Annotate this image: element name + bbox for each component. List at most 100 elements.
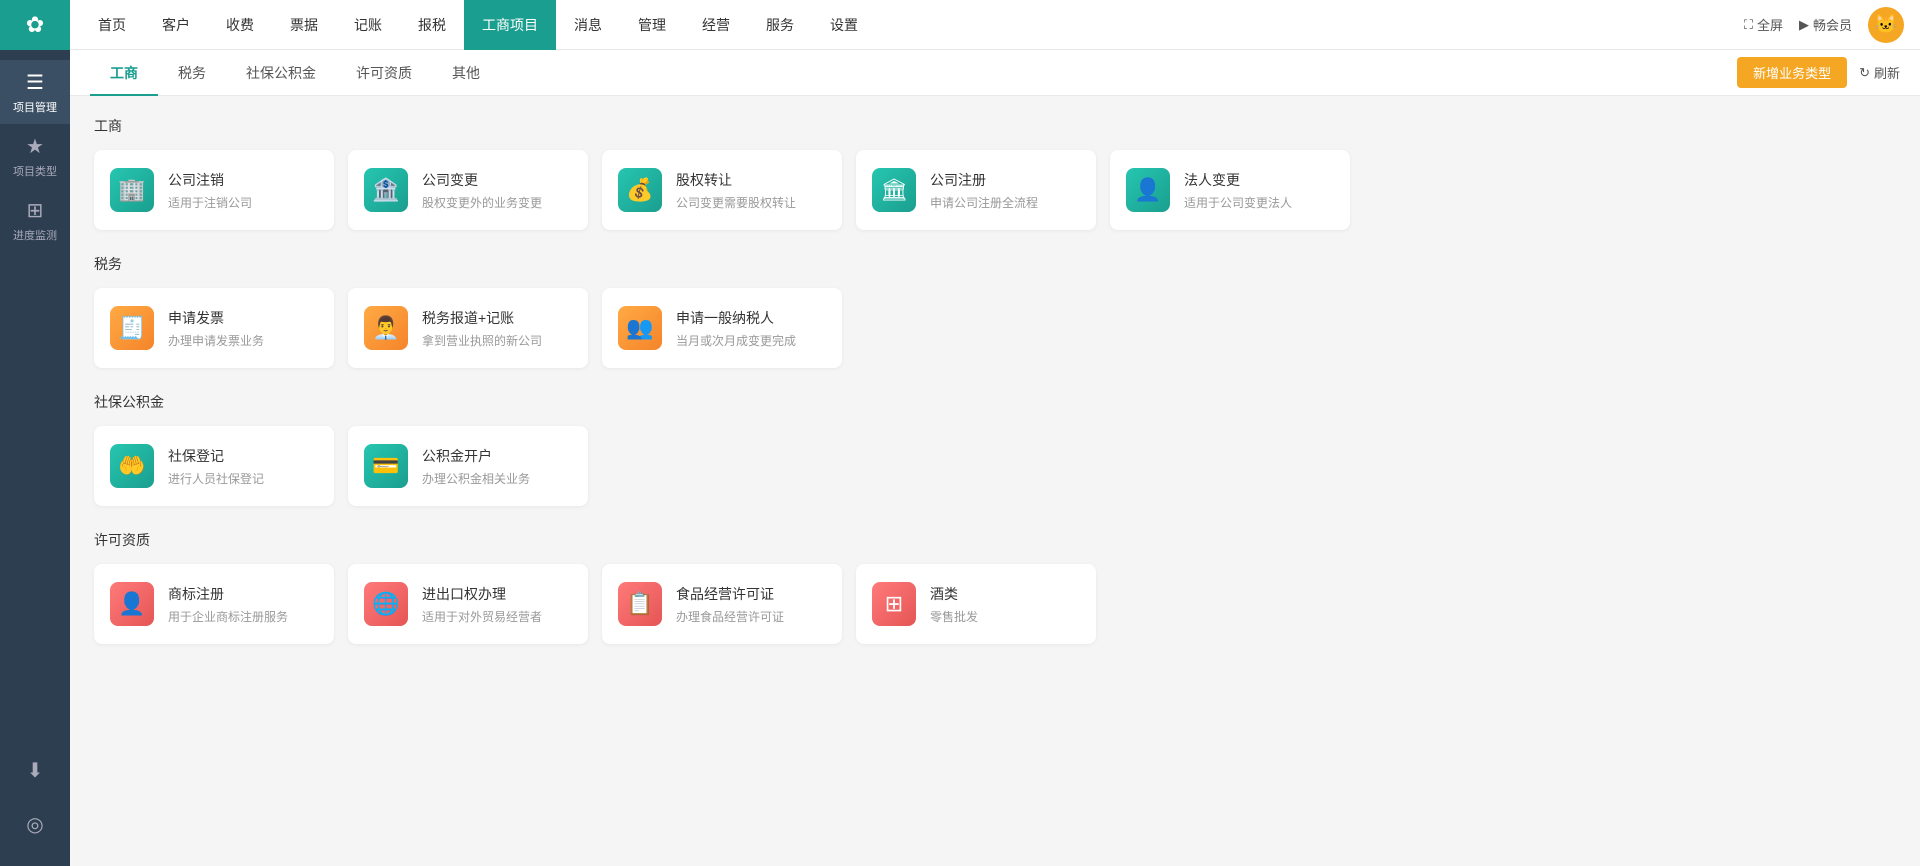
- card-import-export[interactable]: 🌐 进出口权办理 适用于对外贸易经营者: [348, 564, 588, 644]
- location-icon: ◎: [26, 812, 43, 837]
- card-desc-invoice-application: 办理申请发票业务: [168, 332, 318, 349]
- card-name-social-insurance-registration: 社保登记: [168, 446, 318, 466]
- card-alcohol[interactable]: ⊞ 酒类 零售批发: [856, 564, 1096, 644]
- card-name-trademark-registration: 商标注册: [168, 584, 318, 604]
- page-content: 工商 🏢 公司注销 适用于注销公司 🏦 公司变更 股权变更外的业务变更: [70, 96, 1920, 866]
- refresh-button[interactable]: ↻ 刷新: [1859, 63, 1900, 82]
- nav-item-accounting[interactable]: 记账: [336, 0, 400, 50]
- card-text-alcohol: 酒类 零售批发: [930, 584, 1080, 625]
- card-company-registration[interactable]: 🏛 公司注册 申请公司注册全流程: [856, 150, 1096, 230]
- card-food-license[interactable]: 📋 食品经营许可证 办理食品经营许可证: [602, 564, 842, 644]
- card-icon-tax-reporting: 👨‍💼: [364, 306, 408, 350]
- card-desc-company-registration: 申请公司注册全流程: [930, 194, 1080, 211]
- vip-button[interactable]: ▶ 畅会员: [1799, 15, 1852, 34]
- section-title-business: 工商: [94, 116, 1896, 136]
- tab-others[interactable]: 其他: [432, 50, 500, 96]
- card-desc-trademark-registration: 用于企业商标注册服务: [168, 608, 318, 625]
- nav-item-settings[interactable]: 设置: [812, 0, 876, 50]
- download-icon: ⬇: [27, 758, 44, 783]
- nav-item-operations[interactable]: 经营: [684, 0, 748, 50]
- card-company-cancellation[interactable]: 🏢 公司注销 适用于注销公司: [94, 150, 334, 230]
- card-icon-invoice-application: 🧾: [110, 306, 154, 350]
- card-trademark-registration[interactable]: 👤 商标注册 用于企业商标注册服务: [94, 564, 334, 644]
- tab-actions: 新增业务类型 ↻ 刷新: [1737, 57, 1900, 88]
- card-name-provident-fund: 公积金开户: [422, 446, 572, 466]
- card-name-import-export: 进出口权办理: [422, 584, 572, 604]
- card-text-general-taxpayer: 申请一般纳税人 当月或次月成变更完成: [676, 308, 826, 349]
- card-desc-equity-transfer: 公司变更需要股权转让: [676, 194, 826, 211]
- main-layout: ☰ 项目管理 ★ 项目类型 ⊞ 进度监测 ⬇ ◎ 工商 税务 社保公积金 许可资…: [0, 50, 1920, 866]
- nav-item-business[interactable]: 工商项目: [464, 0, 556, 50]
- card-icon-general-taxpayer: 👥: [618, 306, 662, 350]
- card-desc-company-change: 股权变更外的业务变更: [422, 194, 572, 211]
- refresh-label: 刷新: [1874, 63, 1900, 82]
- card-icon-import-export: 🌐: [364, 582, 408, 626]
- card-invoice-application[interactable]: 🧾 申请发票 办理申请发票业务: [94, 288, 334, 368]
- card-legal-person-change[interactable]: 👤 法人变更 适用于公司变更法人: [1110, 150, 1350, 230]
- sidebar: ☰ 项目管理 ★ 项目类型 ⊞ 进度监测 ⬇ ◎: [0, 50, 70, 866]
- card-text-import-export: 进出口权办理 适用于对外贸易经营者: [422, 584, 572, 625]
- card-name-equity-transfer: 股权转让: [676, 170, 826, 190]
- sidebar-location-button[interactable]: ◎: [0, 802, 70, 846]
- nav-item-home[interactable]: 首页: [80, 0, 144, 50]
- sidebar-item-progress-monitor[interactable]: ⊞ 进度监测: [0, 188, 70, 252]
- card-icon-provident-fund: 💳: [364, 444, 408, 488]
- card-name-food-license: 食品经营许可证: [676, 584, 826, 604]
- sidebar-item-project-management[interactable]: ☰ 项目管理: [0, 60, 70, 124]
- nav-menu: 首页 客户 收费 票据 记账 报税 工商项目 消息 管理 经营 服务 设置: [80, 0, 1744, 50]
- card-icon-trademark-registration: 👤: [110, 582, 154, 626]
- card-icon-legal-person-change: 👤: [1126, 168, 1170, 212]
- top-navigation: ✿ 首页 客户 收费 票据 记账 报税 工商项目 消息 管理 经营 服务 设置 …: [0, 0, 1920, 50]
- card-name-tax-reporting: 税务报道+记账: [422, 308, 572, 328]
- tab-bar: 工商 税务 社保公积金 许可资质 其他 新增业务类型 ↻ 刷新: [70, 50, 1920, 96]
- card-text-invoice-application: 申请发票 办理申请发票业务: [168, 308, 318, 349]
- card-text-company-change: 公司变更 股权变更外的业务变更: [422, 170, 572, 211]
- card-desc-tax-reporting: 拿到营业执照的新公司: [422, 332, 572, 349]
- tab-business-registration[interactable]: 工商: [90, 50, 158, 96]
- card-name-general-taxpayer: 申请一般纳税人: [676, 308, 826, 328]
- card-icon-company-cancellation: 🏢: [110, 168, 154, 212]
- add-type-button[interactable]: 新增业务类型: [1737, 57, 1847, 88]
- logo: ✿: [0, 0, 70, 50]
- cards-grid-business: 🏢 公司注销 适用于注销公司 🏦 公司变更 股权变更外的业务变更 💰: [94, 150, 1896, 230]
- card-name-alcohol: 酒类: [930, 584, 1080, 604]
- nav-item-management[interactable]: 管理: [620, 0, 684, 50]
- sidebar-download-button[interactable]: ⬇: [0, 748, 70, 792]
- sidebar-bottom-actions: ⬇ ◎: [0, 748, 70, 866]
- card-company-change[interactable]: 🏦 公司变更 股权变更外的业务变更: [348, 150, 588, 230]
- card-name-company-change: 公司变更: [422, 170, 572, 190]
- nav-item-customer[interactable]: 客户: [144, 0, 208, 50]
- card-provident-fund[interactable]: 💳 公积金开户 办理公积金相关业务: [348, 426, 588, 506]
- card-name-company-cancellation: 公司注销: [168, 170, 318, 190]
- nav-item-bills[interactable]: 票据: [272, 0, 336, 50]
- nav-item-services[interactable]: 服务: [748, 0, 812, 50]
- nav-item-fees[interactable]: 收费: [208, 0, 272, 50]
- card-text-company-registration: 公司注册 申请公司注册全流程: [930, 170, 1080, 211]
- list-icon: ☰: [26, 70, 44, 95]
- mascot-avatar[interactable]: 🐱: [1868, 7, 1904, 43]
- nav-item-messages[interactable]: 消息: [556, 0, 620, 50]
- card-desc-company-cancellation: 适用于注销公司: [168, 194, 318, 211]
- star-icon: ★: [26, 134, 44, 159]
- section-title-license: 许可资质: [94, 530, 1896, 550]
- card-tax-reporting[interactable]: 👨‍💼 税务报道+记账 拿到营业执照的新公司: [348, 288, 588, 368]
- card-desc-legal-person-change: 适用于公司变更法人: [1184, 194, 1334, 211]
- section-title-tax: 税务: [94, 254, 1896, 274]
- tab-license-qualification[interactable]: 许可资质: [336, 50, 432, 96]
- tab-tax[interactable]: 税务: [158, 50, 226, 96]
- card-social-insurance-registration[interactable]: 🤲 社保登记 进行人员社保登记: [94, 426, 334, 506]
- card-general-taxpayer[interactable]: 👥 申请一般纳税人 当月或次月成变更完成: [602, 288, 842, 368]
- sidebar-item-project-types[interactable]: ★ 项目类型: [0, 124, 70, 188]
- sidebar-label-project-management: 项目管理: [13, 99, 57, 115]
- tab-social-insurance[interactable]: 社保公积金: [226, 50, 336, 96]
- card-icon-company-registration: 🏛: [872, 168, 916, 212]
- fullscreen-button[interactable]: ⛶ 全屏: [1744, 15, 1783, 34]
- cards-grid-license: 👤 商标注册 用于企业商标注册服务 🌐 进出口权办理 适用于对外贸易经营者 📋: [94, 564, 1896, 644]
- nav-item-tax[interactable]: 报税: [400, 0, 464, 50]
- card-text-company-cancellation: 公司注销 适用于注销公司: [168, 170, 318, 211]
- card-desc-social-insurance-registration: 进行人员社保登记: [168, 470, 318, 487]
- card-text-social-insurance-registration: 社保登记 进行人员社保登记: [168, 446, 318, 487]
- card-icon-food-license: 📋: [618, 582, 662, 626]
- card-equity-transfer[interactable]: 💰 股权转让 公司变更需要股权转让: [602, 150, 842, 230]
- cards-grid-tax: 🧾 申请发票 办理申请发票业务 👨‍💼 税务报道+记账 拿到营业执照的新公司 👥: [94, 288, 1896, 368]
